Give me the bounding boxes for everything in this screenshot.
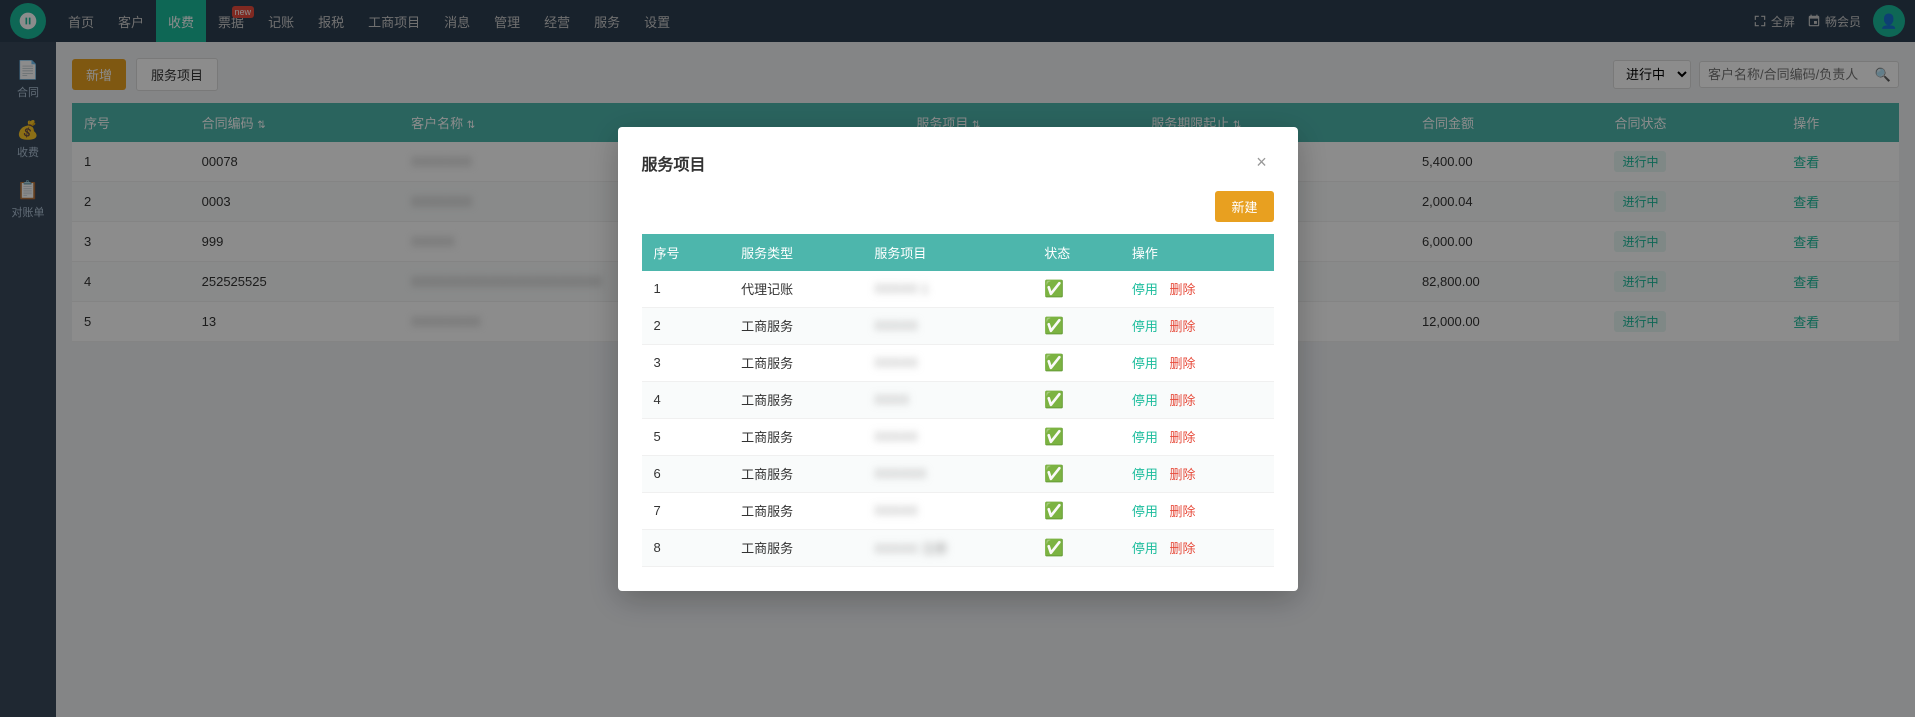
status-check-icon: ✅ — [1044, 466, 1064, 483]
delete-button[interactable]: 删除 — [1170, 282, 1196, 297]
modal-type-cell: 工商服务 — [729, 307, 862, 344]
modal-seq-cell: 7 — [642, 492, 730, 529]
service-modal: 服务项目 × 新建 序号服务类型服务项目状态操作 1 代理记账 XXXXX 1 … — [618, 127, 1298, 591]
modal-action-cell: 停用 删除 — [1120, 492, 1274, 529]
modal-action-cell: 停用 删除 — [1120, 529, 1274, 566]
modal-col-序号: 序号 — [642, 234, 730, 271]
status-check-icon: ✅ — [1044, 503, 1064, 520]
stop-button[interactable]: 停用 — [1132, 393, 1158, 408]
modal-type-cell: 工商服务 — [729, 492, 862, 529]
stop-button[interactable]: 停用 — [1132, 430, 1158, 445]
modal-title: 服务项目 — [642, 151, 706, 175]
service-items-table: 序号服务类型服务项目状态操作 1 代理记账 XXXXX 1 ✅ 停用 删除 2 … — [642, 234, 1274, 567]
modal-close-button[interactable]: × — [1250, 151, 1274, 175]
modal-status-cell: ✅ — [1032, 455, 1120, 492]
modal-item-cell: XXXXX — [862, 307, 1032, 344]
delete-button[interactable]: 删除 — [1170, 504, 1196, 519]
modal-table-row: 3 工商服务 XXXXX ✅ 停用 删除 — [642, 344, 1274, 381]
modal-header: 服务项目 × — [642, 151, 1274, 175]
modal-status-cell: ✅ — [1032, 271, 1120, 308]
modal-seq-cell: 8 — [642, 529, 730, 566]
stop-button[interactable]: 停用 — [1132, 467, 1158, 482]
modal-status-cell: ✅ — [1032, 492, 1120, 529]
modal-col-服务类型: 服务类型 — [729, 234, 862, 271]
status-check-icon: ✅ — [1044, 392, 1064, 409]
modal-action-cell: 停用 删除 — [1120, 271, 1274, 308]
modal-type-cell: 工商服务 — [729, 418, 862, 455]
modal-table-row: 8 工商服务 XXXXX 注册 ✅ 停用 删除 — [642, 529, 1274, 566]
stop-button[interactable]: 停用 — [1132, 504, 1158, 519]
status-check-icon: ✅ — [1044, 540, 1064, 557]
modal-seq-cell: 5 — [642, 418, 730, 455]
modal-toolbar: 新建 — [642, 191, 1274, 222]
stop-button[interactable]: 停用 — [1132, 282, 1158, 297]
modal-table-row: 4 工商服务 XXXX ✅ 停用 删除 — [642, 381, 1274, 418]
modal-type-cell: 代理记账 — [729, 271, 862, 308]
modal-action-cell: 停用 删除 — [1120, 307, 1274, 344]
modal-col-服务项目: 服务项目 — [862, 234, 1032, 271]
modal-item-cell: XXXX — [862, 381, 1032, 418]
delete-button[interactable]: 删除 — [1170, 467, 1196, 482]
modal-item-cell: XXXXXX — [862, 455, 1032, 492]
modal-seq-cell: 6 — [642, 455, 730, 492]
modal-item-cell: XXXXX 注册 — [862, 529, 1032, 566]
modal-seq-cell: 3 — [642, 344, 730, 381]
modal-status-cell: ✅ — [1032, 529, 1120, 566]
modal-type-cell: 工商服务 — [729, 381, 862, 418]
stop-button[interactable]: 停用 — [1132, 319, 1158, 334]
modal-status-cell: ✅ — [1032, 307, 1120, 344]
modal-item-cell: XXXXX — [862, 344, 1032, 381]
modal-action-cell: 停用 删除 — [1120, 418, 1274, 455]
modal-col-状态: 状态 — [1032, 234, 1120, 271]
stop-button[interactable]: 停用 — [1132, 541, 1158, 556]
modal-item-cell: XXXXX — [862, 418, 1032, 455]
modal-table-wrap: 序号服务类型服务项目状态操作 1 代理记账 XXXXX 1 ✅ 停用 删除 2 … — [642, 234, 1274, 567]
modal-table-row: 7 工商服务 XXXXX ✅ 停用 删除 — [642, 492, 1274, 529]
modal-seq-cell: 2 — [642, 307, 730, 344]
modal-type-cell: 工商服务 — [729, 455, 862, 492]
modal-col-操作: 操作 — [1120, 234, 1274, 271]
modal-table-row: 1 代理记账 XXXXX 1 ✅ 停用 删除 — [642, 271, 1274, 308]
modal-new-button[interactable]: 新建 — [1215, 191, 1273, 222]
modal-table-row: 6 工商服务 XXXXXX ✅ 停用 删除 — [642, 455, 1274, 492]
modal-status-cell: ✅ — [1032, 381, 1120, 418]
modal-table-row: 2 工商服务 XXXXX ✅ 停用 删除 — [642, 307, 1274, 344]
modal-status-cell: ✅ — [1032, 344, 1120, 381]
modal-seq-cell: 4 — [642, 381, 730, 418]
modal-action-cell: 停用 删除 — [1120, 381, 1274, 418]
modal-status-cell: ✅ — [1032, 418, 1120, 455]
delete-button[interactable]: 删除 — [1170, 319, 1196, 334]
delete-button[interactable]: 删除 — [1170, 541, 1196, 556]
delete-button[interactable]: 删除 — [1170, 430, 1196, 445]
modal-action-cell: 停用 删除 — [1120, 455, 1274, 492]
status-check-icon: ✅ — [1044, 429, 1064, 446]
status-check-icon: ✅ — [1044, 281, 1064, 298]
modal-seq-cell: 1 — [642, 271, 730, 308]
modal-type-cell: 工商服务 — [729, 344, 862, 381]
status-check-icon: ✅ — [1044, 355, 1064, 372]
delete-button[interactable]: 删除 — [1170, 356, 1196, 371]
modal-type-cell: 工商服务 — [729, 529, 862, 566]
modal-table-row: 5 工商服务 XXXXX ✅ 停用 删除 — [642, 418, 1274, 455]
status-check-icon: ✅ — [1044, 318, 1064, 335]
modal-item-cell: XXXXX 1 — [862, 271, 1032, 308]
modal-item-cell: XXXXX — [862, 492, 1032, 529]
stop-button[interactable]: 停用 — [1132, 356, 1158, 371]
delete-button[interactable]: 删除 — [1170, 393, 1196, 408]
modal-action-cell: 停用 删除 — [1120, 344, 1274, 381]
